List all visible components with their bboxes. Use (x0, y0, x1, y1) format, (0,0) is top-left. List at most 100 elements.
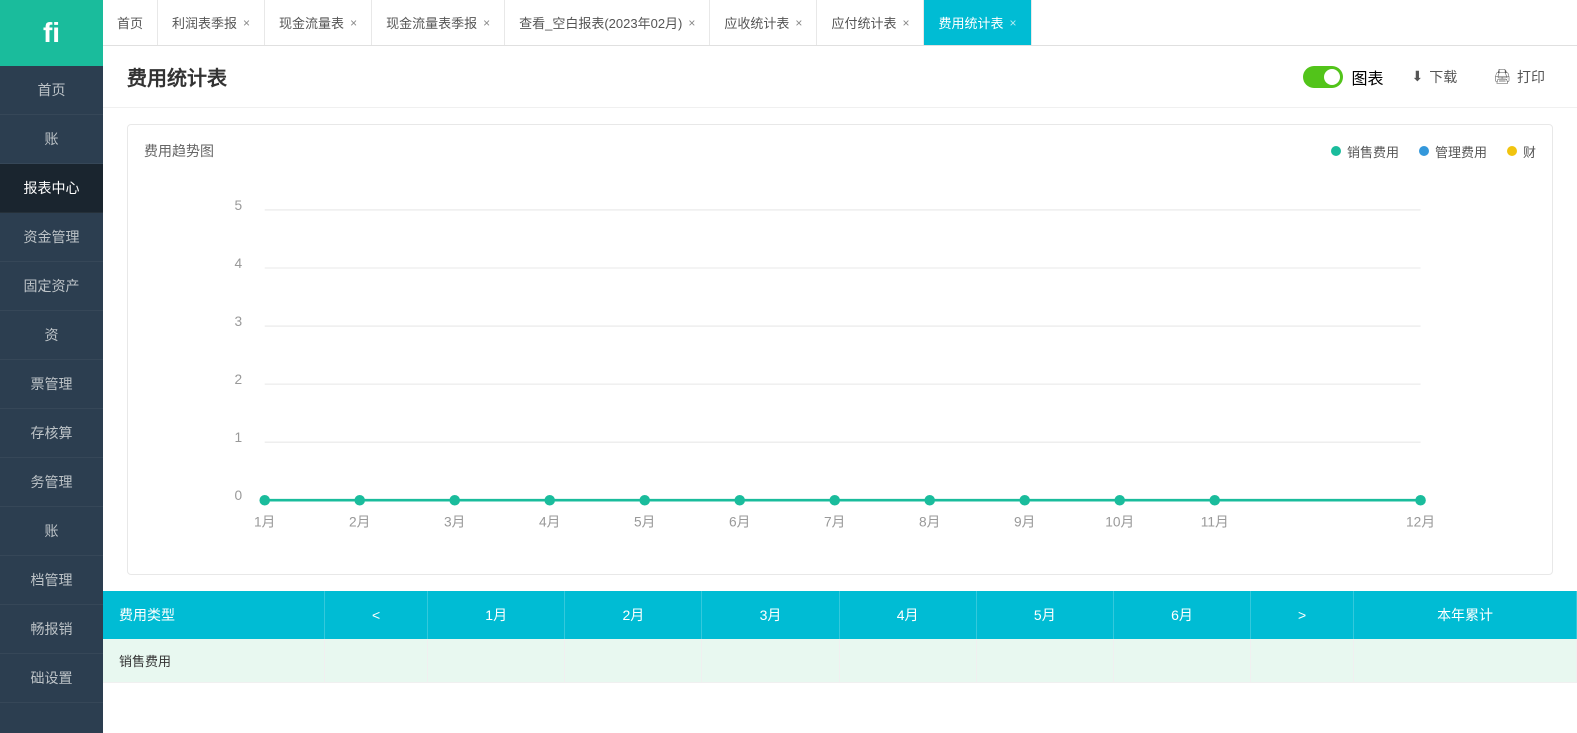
legend-finance-label: 财 (1523, 142, 1536, 161)
row-label: 销售费用 (103, 639, 325, 683)
tab-blank-report[interactable]: 查看_空白报表(2023年02月) × (505, 0, 710, 45)
print-label: 打印 (1517, 67, 1545, 87)
col-month-4: 4月 (839, 591, 976, 639)
row-nav (325, 639, 428, 683)
legend-sales: 销售费用 (1331, 142, 1399, 161)
svg-text:6月: 6月 (729, 515, 750, 530)
svg-text:11月: 11月 (1201, 515, 1229, 530)
sidebar-item-funds[interactable]: 资金管理 (0, 213, 103, 262)
print-icon: 🖨 (1493, 68, 1511, 85)
chart-toggle[interactable] (1303, 66, 1343, 88)
legend-sales-dot (1331, 146, 1341, 156)
sidebar-item-ledger[interactable]: 账 (0, 115, 103, 164)
chart-point-1 (259, 495, 270, 506)
sidebar: fi 首页 账 报表中心 资金管理 固定资产 资 票管理 存核算 务管理 账 档… (0, 0, 103, 733)
col-month-6: 6月 (1113, 591, 1250, 639)
row-m6 (1113, 639, 1250, 683)
svg-text:2: 2 (235, 372, 243, 387)
next-icon[interactable]: > (1298, 607, 1306, 623)
svg-text:12月: 12月 (1406, 515, 1435, 530)
tab-payable[interactable]: 应付统计表 × (817, 0, 924, 45)
expense-table: 费用类型 < 1月 2月 3月 4月 5月 6月 > 本年累计 (103, 591, 1577, 683)
svg-text:2月: 2月 (349, 515, 370, 530)
print-button[interactable]: 🖨 打印 (1485, 63, 1553, 91)
row-m2 (565, 639, 702, 683)
legend-finance: 财 (1507, 142, 1536, 161)
chart-point-11 (1209, 495, 1220, 506)
tab-cashflow[interactable]: 现金流量表 × (265, 0, 372, 45)
svg-text:0: 0 (235, 488, 243, 503)
tab-profit-quarterly-label: 利润表季报 (172, 13, 237, 32)
page-title: 费用统计表 (127, 62, 227, 91)
svg-text:4: 4 (235, 256, 243, 271)
sidebar-item-service[interactable]: 务管理 (0, 458, 103, 507)
tab-payable-close[interactable]: × (902, 16, 909, 30)
prev-icon[interactable]: < (372, 607, 380, 623)
svg-text:3月: 3月 (444, 515, 465, 530)
col-nav-next[interactable]: > (1251, 591, 1354, 639)
sidebar-item-invoice[interactable]: 票管理 (0, 360, 103, 409)
row-m5 (976, 639, 1113, 683)
tab-blank-report-label: 查看_空白报表(2023年02月) (519, 13, 682, 32)
sidebar-item-settings[interactable]: 础设置 (0, 654, 103, 703)
tab-expense-stats[interactable]: 费用统计表 × (924, 0, 1031, 45)
download-button[interactable]: ⬇ 下载 (1403, 63, 1465, 91)
legend-admin-dot (1419, 146, 1429, 156)
chart-point-7 (829, 495, 840, 506)
tab-receivable-label: 应收统计表 (724, 13, 789, 32)
tab-receivable-close[interactable]: × (795, 16, 802, 30)
trend-chart: 0 1 2 3 4 5 (144, 173, 1536, 553)
chart-point-10 (1114, 495, 1125, 506)
tab-expense-stats-close[interactable]: × (1009, 16, 1016, 30)
chart-point-3 (449, 495, 460, 506)
tab-profit-quarterly-close[interactable]: × (243, 16, 250, 30)
page-content: 费用统计表 图表 ⬇ 下载 🖨 打印 费用趋势图 (103, 46, 1577, 733)
chart-point-9 (1019, 495, 1030, 506)
legend-sales-label: 销售费用 (1347, 142, 1399, 161)
table-section: 费用类型 < 1月 2月 3月 4月 5月 6月 > 本年累计 (103, 591, 1577, 733)
svg-text:9月: 9月 (1014, 515, 1035, 530)
col-month-3: 3月 (702, 591, 839, 639)
row-m3 (702, 639, 839, 683)
chart-point-4 (544, 495, 555, 506)
download-icon: ⬇ (1411, 68, 1423, 85)
chart-point-5 (639, 495, 650, 506)
svg-text:4月: 4月 (539, 515, 560, 530)
tab-home[interactable]: 首页 (103, 0, 158, 45)
tab-receivable[interactable]: 应收统计表 × (710, 0, 817, 45)
sidebar-item-archive[interactable]: 档管理 (0, 556, 103, 605)
svg-text:1: 1 (235, 430, 243, 445)
sidebar-item-expense[interactable]: 畅报销 (0, 605, 103, 654)
col-month-5: 5月 (976, 591, 1113, 639)
col-nav-prev[interactable]: < (325, 591, 428, 639)
tab-cashflow-close[interactable]: × (350, 16, 357, 30)
col-ytd: 本年累计 (1354, 591, 1577, 639)
table-row: 销售费用 (103, 639, 1577, 683)
sidebar-item-zi[interactable]: 资 (0, 311, 103, 360)
main-area: 首页 利润表季报 × 现金流量表 × 现金流量表季报 × 查看_空白报表(202… (103, 0, 1577, 733)
tab-profit-quarterly[interactable]: 利润表季报 × (158, 0, 265, 45)
chart-point-6 (734, 495, 745, 506)
header-actions: 图表 ⬇ 下载 🖨 打印 (1303, 63, 1553, 91)
tab-payable-label: 应付统计表 (831, 13, 896, 32)
sidebar-item-assets[interactable]: 固定资产 (0, 262, 103, 311)
legend-admin-label: 管理费用 (1435, 142, 1487, 161)
sidebar-item-inventory[interactable]: 存核算 (0, 409, 103, 458)
tab-blank-report-close[interactable]: × (688, 16, 695, 30)
sidebar-item-reports[interactable]: 报表中心 (0, 164, 103, 213)
row-ytd (1354, 639, 1577, 683)
sidebar-item-account[interactable]: 账 (0, 507, 103, 556)
col-month-1: 1月 (428, 591, 565, 639)
chart-section: 费用趋势图 销售费用 管理费用 财 (103, 108, 1577, 591)
tab-cashflow-quarterly-close[interactable]: × (483, 16, 490, 30)
col-month-2: 2月 (565, 591, 702, 639)
chart-container: 费用趋势图 销售费用 管理费用 财 (127, 124, 1553, 575)
tab-cashflow-quarterly-label: 现金流量表季报 (386, 13, 477, 32)
sidebar-item-home[interactable]: 首页 (0, 66, 103, 115)
tab-home-label: 首页 (117, 13, 143, 32)
tab-cashflow-quarterly[interactable]: 现金流量表季报 × (372, 0, 505, 45)
col-expense-type: 费用类型 (103, 591, 325, 639)
chart-legend: 销售费用 管理费用 财 (1331, 142, 1536, 161)
svg-text:7月: 7月 (824, 515, 845, 530)
chart-header: 费用趋势图 销售费用 管理费用 财 (144, 141, 1536, 161)
